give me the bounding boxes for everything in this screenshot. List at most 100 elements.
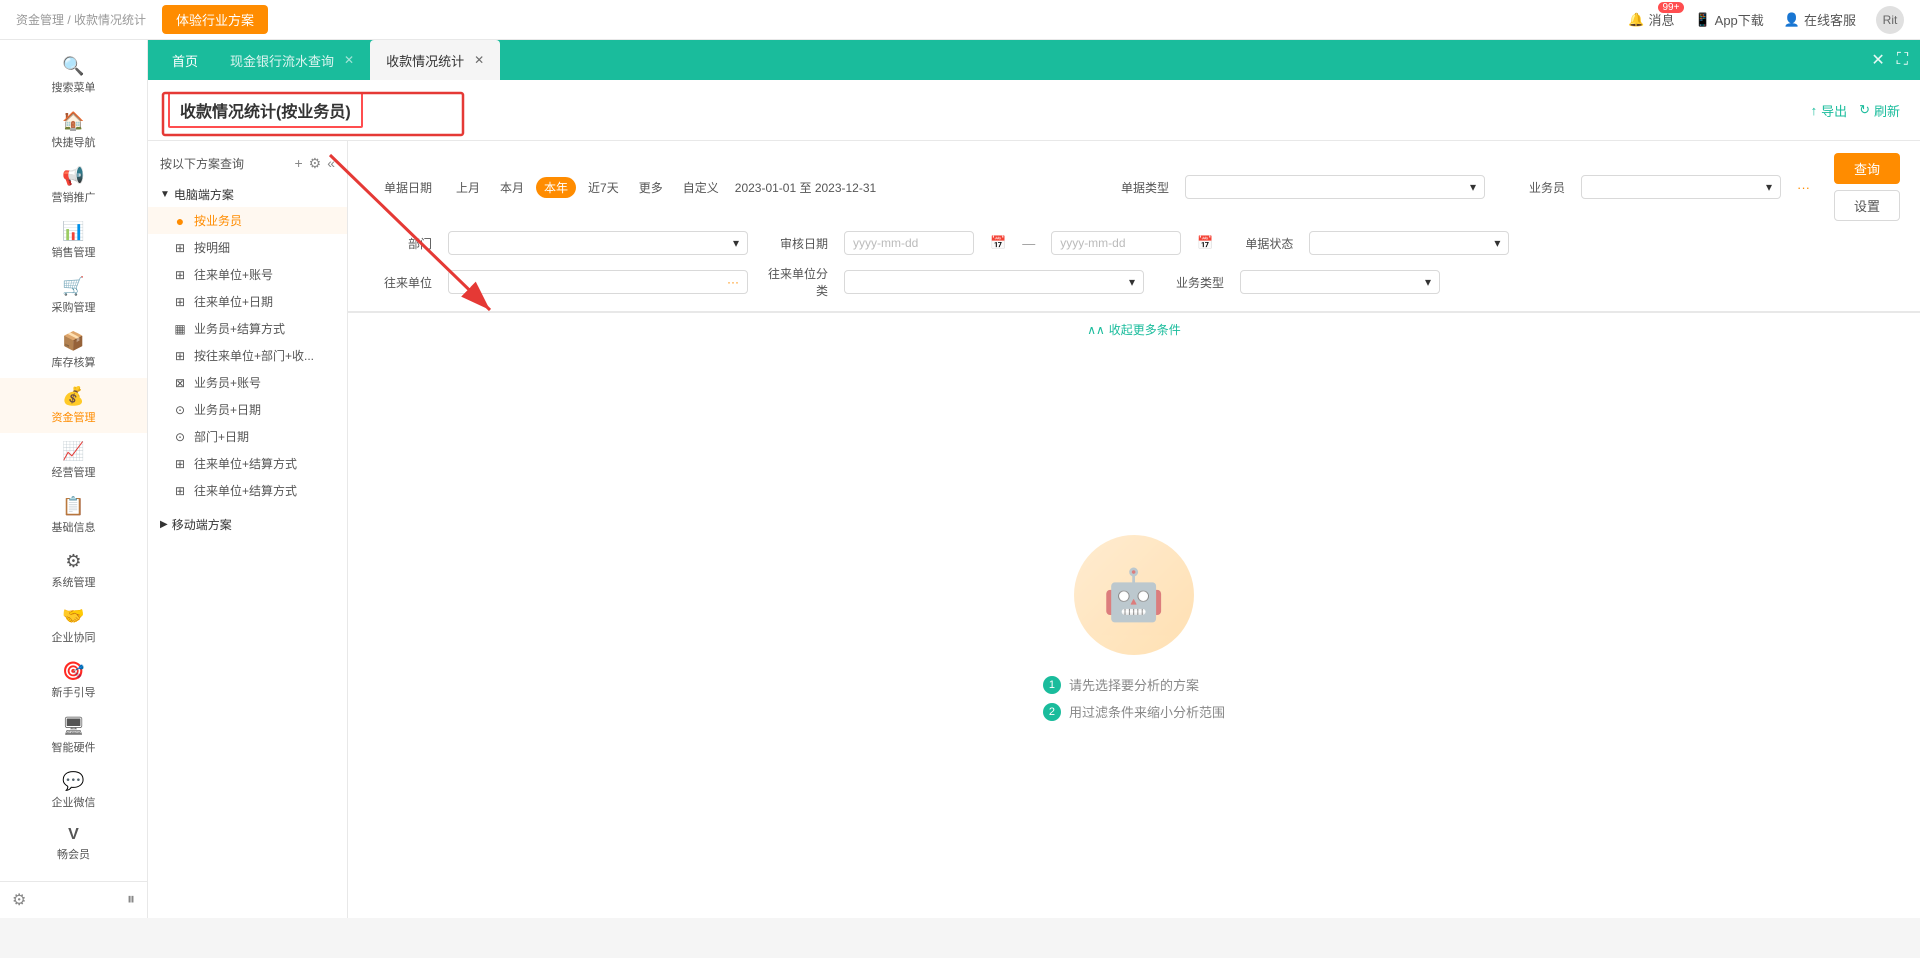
voucher-type-select[interactable]: ▾ bbox=[1185, 175, 1485, 199]
collapse-bar[interactable]: ∧∧ 收起更多条件 bbox=[348, 312, 1920, 346]
date-label: 单据日期 bbox=[368, 179, 432, 196]
service-icon: 👤 bbox=[1784, 12, 1800, 28]
voucher-status-select[interactable]: ▾ bbox=[1309, 231, 1509, 255]
unit-settle1-icon: ⊞ bbox=[172, 456, 188, 472]
tab-bank-close[interactable]: ✕ bbox=[344, 53, 354, 67]
date-tab-more[interactable]: 更多 bbox=[631, 177, 671, 198]
sidebar-collapse-icon[interactable]: ⏸ bbox=[127, 891, 135, 909]
review-date-from[interactable]: yyyy-mm-dd bbox=[844, 231, 974, 255]
export-label: 导出 bbox=[1821, 101, 1847, 120]
review-date-from-cal-icon[interactable]: 📅 bbox=[990, 235, 1006, 251]
chevron-down-classify: ▾ bbox=[1129, 275, 1135, 289]
sidebar-item-sales[interactable]: 📊 销售管理 bbox=[0, 213, 147, 268]
system-icon: ⚙ bbox=[65, 551, 81, 572]
online-service-button[interactable]: 👤 在线客服 bbox=[1784, 10, 1856, 29]
setting-scheme-button[interactable]: ⚙ bbox=[309, 155, 322, 172]
sidebar-item-inventory[interactable]: 📦 库存核算 bbox=[0, 323, 147, 378]
scheme-item-salesman-account[interactable]: ⊠ 业务员+账号 bbox=[148, 369, 347, 396]
scheme-item-salesman-settle[interactable]: ▦ 业务员+结算方式 bbox=[148, 315, 347, 342]
sidebar-item-quick[interactable]: 🏠 快捷导航 bbox=[0, 103, 147, 158]
sidebar-label-sales: 销售管理 bbox=[52, 244, 96, 260]
scheme-item-unit-settle1[interactable]: ⊞ 往来单位+结算方式 bbox=[148, 450, 347, 477]
settings-gear-icon[interactable]: ⚙ bbox=[12, 890, 26, 910]
counterparty-select[interactable]: ··· bbox=[448, 270, 748, 294]
review-date-to-cal-icon[interactable]: 📅 bbox=[1197, 235, 1213, 251]
counterparty-classify-select[interactable]: ▾ bbox=[844, 270, 1144, 294]
refresh-button[interactable]: ↻ 刷新 bbox=[1859, 101, 1900, 120]
empty-state: 🤖 1 请先选择要分析的方案 2 用过滤条件来缩小分析范围 bbox=[348, 346, 1920, 918]
date-tab-thismonth[interactable]: 本月 bbox=[492, 177, 532, 198]
export-button[interactable]: ↑ 导出 bbox=[1811, 101, 1848, 120]
collapse-sidebar-button[interactable]: « bbox=[327, 155, 335, 172]
sidebar-item-wechat[interactable]: 💬 企业微信 bbox=[0, 763, 147, 818]
review-date-to[interactable]: yyyy-mm-dd bbox=[1051, 231, 1181, 255]
scheme-item-salesman-account-label: 业务员+账号 bbox=[194, 374, 261, 391]
inventory-icon: 📦 bbox=[62, 331, 84, 352]
sidebar-item-member[interactable]: V 畅会员 bbox=[0, 818, 147, 870]
sidebar-item-finance[interactable]: 💰 资金管理 bbox=[0, 378, 147, 433]
salesman-more-icon[interactable]: ··· bbox=[1797, 180, 1810, 195]
marketing-icon: 📢 bbox=[62, 166, 84, 187]
sidebar-item-basic[interactable]: 📋 基础信息 bbox=[0, 488, 147, 543]
add-scheme-button[interactable]: + bbox=[294, 155, 302, 172]
desktop-scheme-group-title[interactable]: ▼ 电脑端方案 bbox=[148, 182, 347, 207]
empty-step-1: 1 请先选择要分析的方案 bbox=[1043, 675, 1225, 694]
business-type-label: 业务类型 bbox=[1160, 274, 1224, 291]
sidebar-item-marketing[interactable]: 📢 营销推广 bbox=[0, 158, 147, 213]
scheme-item-dept-date[interactable]: ⊙ 部门+日期 bbox=[148, 423, 347, 450]
scheme-item-unit-dept[interactable]: ⊞ 按往来单位+部门+收... bbox=[148, 342, 347, 369]
tab-collection[interactable]: 收款情况统计 ✕ bbox=[370, 40, 500, 80]
tab-close-all-icon[interactable]: ✕ bbox=[1871, 50, 1884, 70]
counterparty-more-btn[interactable]: ··· bbox=[727, 275, 739, 289]
sidebar-item-purchase[interactable]: 🛒 采购管理 bbox=[0, 268, 147, 323]
business-type-select[interactable]: ▾ bbox=[1240, 270, 1440, 294]
sidebar-item-system[interactable]: ⚙ 系统管理 bbox=[0, 543, 147, 598]
counterparty-classify-label: 往来单位分类 bbox=[764, 265, 828, 299]
profile-area[interactable]: Rit bbox=[1876, 6, 1904, 34]
sidebar-item-search[interactable]: 🔍 搜索菜单 bbox=[0, 48, 147, 103]
filter-row-1: 单据日期 上月 本月 本年 近7天 更多 自定义 2023-01-01 至 20… bbox=[368, 153, 1900, 221]
scheme-item-salesman-date[interactable]: ⊙ 业务员+日期 bbox=[148, 396, 347, 423]
date-tab-lastmonth[interactable]: 上月 bbox=[448, 177, 488, 198]
mobile-scheme-group-title[interactable]: ▶ 移动端方案 bbox=[148, 512, 347, 537]
trial-button[interactable]: 体验行业方案 bbox=[162, 5, 268, 34]
sidebar-item-enterprise[interactable]: 🤝 企业协同 bbox=[0, 598, 147, 653]
step-num-2: 2 bbox=[1043, 703, 1061, 721]
tab-home[interactable]: 首页 bbox=[156, 40, 214, 80]
empty-robot-icon: 🤖 bbox=[1103, 566, 1165, 625]
voucher-type-label: 单据类型 bbox=[1105, 179, 1169, 196]
date-tab-7days[interactable]: 近7天 bbox=[580, 177, 627, 198]
filter-row-2: 部门 ▾ 审核日期 yyyy-mm-dd 📅 — yyyy-mm-dd bbox=[368, 231, 1900, 255]
tab-bank-label: 现金银行流水查询 bbox=[230, 51, 334, 70]
sidebar-item-hardware[interactable]: 🖥 智能硬件 bbox=[0, 708, 147, 763]
tab-maximize-icon[interactable]: ⛶ bbox=[1897, 51, 1908, 69]
scheme-item-detail[interactable]: ⊞ 按明细 bbox=[148, 234, 347, 261]
scheme-item-unit-date[interactable]: ⊞ 往来单位+日期 bbox=[148, 288, 347, 315]
operation-icon: 📈 bbox=[62, 441, 84, 462]
scheme-item-salesman[interactable]: ● 按业务员 bbox=[148, 207, 347, 234]
salesman-select[interactable]: ▾ bbox=[1581, 175, 1781, 199]
main-content: 首页 现金银行流水查询 ✕ 收款情况统计 ✕ ✕ ⛶ 收款情况统计(按业务员) … bbox=[148, 40, 1920, 918]
sidebar-item-operation[interactable]: 📈 经营管理 bbox=[0, 433, 147, 488]
date-tabs: 上月 本月 本年 近7天 更多 自定义 bbox=[448, 177, 727, 198]
chevron-down-voucher: ▾ bbox=[1470, 180, 1476, 194]
scheme-item-unit-account[interactable]: ⊞ 往来单位+账号 bbox=[148, 261, 347, 288]
dept-select[interactable]: ▾ bbox=[448, 231, 748, 255]
sidebar-item-guide[interactable]: 🎯 新手引导 bbox=[0, 653, 147, 708]
chevron-down-status: ▾ bbox=[1494, 236, 1500, 250]
avatar: Rit bbox=[1876, 6, 1904, 34]
scheme-item-unit-settle2[interactable]: ⊞ 往来单位+结算方式 bbox=[148, 477, 347, 504]
app-download-button[interactable]: 📱 App下载 bbox=[1694, 10, 1763, 29]
date-tab-custom[interactable]: 自定义 bbox=[675, 177, 727, 198]
tab-collection-label: 收款情况统计 bbox=[386, 51, 464, 70]
review-date-to-placeholder: yyyy-mm-dd bbox=[1060, 236, 1125, 250]
tab-bank[interactable]: 现金银行流水查询 ✕ bbox=[214, 40, 370, 80]
query-button[interactable]: 查询 bbox=[1834, 153, 1900, 184]
tab-collection-close[interactable]: ✕ bbox=[474, 53, 484, 67]
scheme-item-salesman-settle-label: 业务员+结算方式 bbox=[194, 320, 285, 337]
set-button[interactable]: 设置 bbox=[1834, 190, 1900, 221]
scheme-item-salesman-label: 按业务员 bbox=[194, 212, 242, 229]
message-button[interactable]: 🔔 消息 99+ bbox=[1628, 10, 1674, 29]
date-tab-thisyear[interactable]: 本年 bbox=[536, 177, 576, 198]
empty-steps: 1 请先选择要分析的方案 2 用过滤条件来缩小分析范围 bbox=[1043, 675, 1225, 729]
